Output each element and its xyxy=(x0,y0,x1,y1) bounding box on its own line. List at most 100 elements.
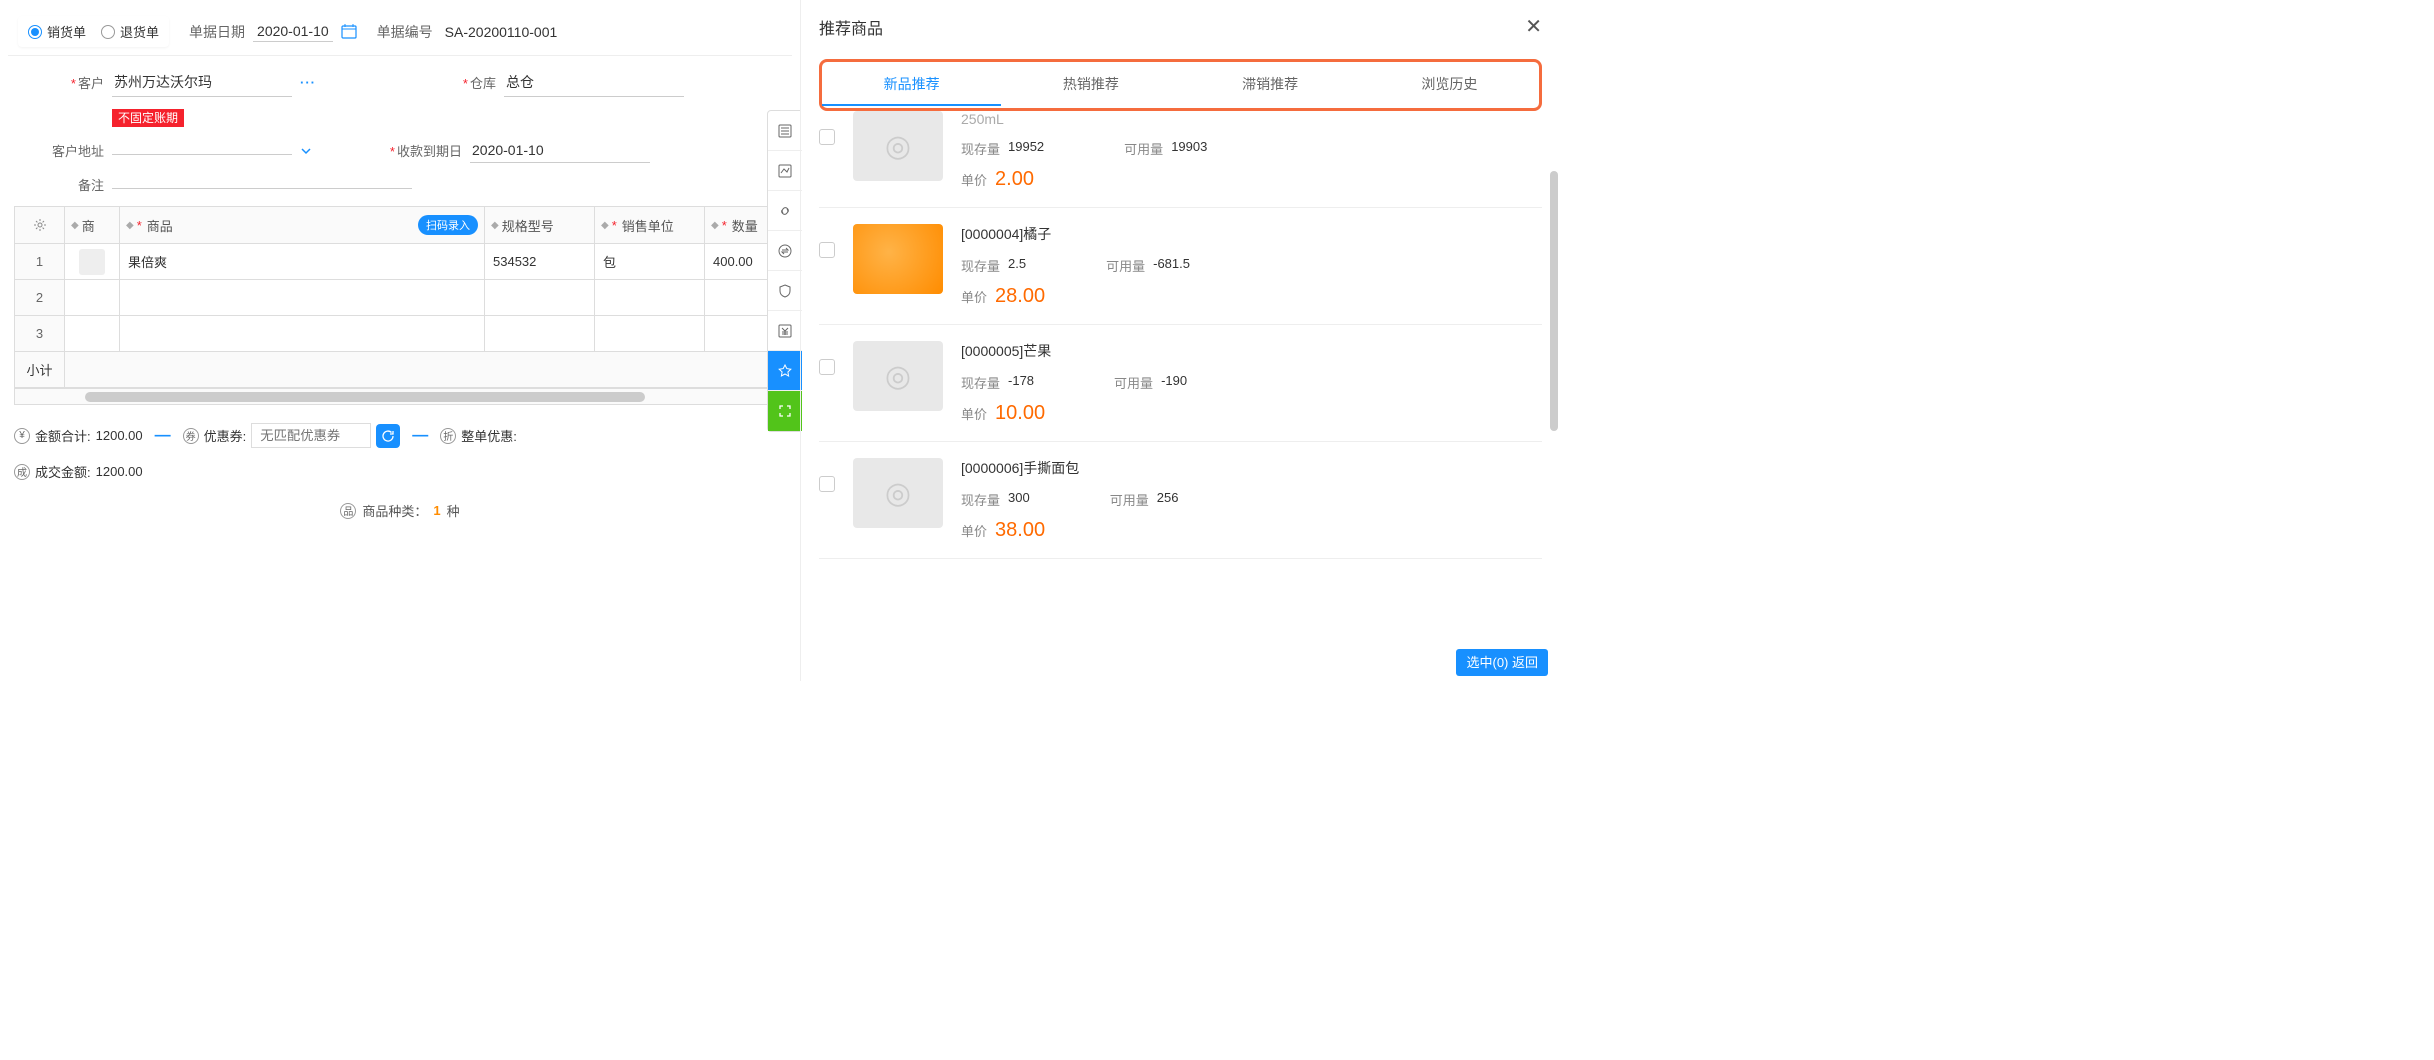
grid-row[interactable]: 3 xyxy=(15,316,785,352)
calendar-icon[interactable] xyxy=(341,24,357,40)
row-unit[interactable]: 包 xyxy=(595,244,705,279)
stock-value: 300 xyxy=(1008,490,1030,509)
subtotal-body xyxy=(65,352,785,387)
chart-icon[interactable] xyxy=(768,151,802,191)
address-label: 客户地址 xyxy=(14,141,104,160)
recommend-item: ◎ [0000006]手撕面包 现存量300 可用量256 单价38.00 xyxy=(819,442,1542,559)
stock-label: 现存量 xyxy=(961,373,1000,392)
row-product[interactable]: 果倍爽 xyxy=(120,244,485,279)
doc-no-value: SA-20200110-001 xyxy=(441,22,562,42)
coupon-icon: 券 xyxy=(183,428,199,444)
swap-icon[interactable] xyxy=(768,231,802,271)
row-unit[interactable] xyxy=(595,280,705,315)
vertical-scrollbar[interactable] xyxy=(1550,171,1558,431)
row-number: 2 xyxy=(15,280,65,315)
radio-sales[interactable]: 销货单 xyxy=(28,22,86,41)
item-title: 250mL xyxy=(961,111,1542,127)
row-spec[interactable] xyxy=(485,316,595,351)
warehouse-input[interactable]: 总仓 xyxy=(504,68,684,97)
grid-row[interactable]: 2 xyxy=(15,280,785,316)
minus-icon: — xyxy=(412,427,428,445)
subtotal-row: 小计 xyxy=(15,352,785,388)
category-count: 1 xyxy=(433,503,440,518)
tab-new[interactable]: 新品推荐 xyxy=(822,64,1001,106)
col-unit[interactable]: ◆*销售单位 xyxy=(595,207,705,243)
coupon-input[interactable] xyxy=(251,423,371,448)
due-label: *收款到期日 xyxy=(372,141,462,160)
minus-icon: — xyxy=(155,427,171,445)
doc-date-label: 单据日期 xyxy=(189,22,245,42)
col-spec[interactable]: ◆规格型号 xyxy=(485,207,595,243)
sort-icon: ◆ xyxy=(711,220,719,231)
doc-date-value[interactable]: 2020-01-10 xyxy=(253,21,333,42)
row-product[interactable] xyxy=(120,280,485,315)
expand-icon[interactable] xyxy=(768,391,802,431)
customer-lookup-icon[interactable]: ··· xyxy=(300,75,316,90)
item-title: [0000006]手撕面包 xyxy=(961,458,1542,478)
payment-term-badge: 不固定账期 xyxy=(112,109,184,127)
deal-label: 成交金额: xyxy=(35,462,91,481)
scan-button[interactable]: 扫码录入 xyxy=(418,215,478,235)
deal-value: 1200.00 xyxy=(96,464,143,479)
recommend-tabs-highlight: 新品推荐 热销推荐 滞销推荐 浏览历史 xyxy=(819,59,1542,111)
due-input[interactable]: 2020-01-10 xyxy=(470,138,650,163)
price-value: 10.00 xyxy=(995,402,1045,425)
radio-icon xyxy=(101,25,115,39)
stock-label: 现存量 xyxy=(961,256,1000,275)
col-product[interactable]: ◆*商品扫码录入 xyxy=(120,207,485,243)
item-checkbox[interactable] xyxy=(819,242,835,258)
radio-sales-label: 销货单 xyxy=(47,22,86,41)
grid-settings[interactable] xyxy=(15,207,65,243)
close-icon[interactable]: ✕ xyxy=(1525,14,1542,39)
col-img[interactable]: ◆商 xyxy=(65,207,120,243)
stock-value: -178 xyxy=(1008,373,1034,392)
warehouse-label: *仓库 xyxy=(406,73,496,92)
stock-value: 2.5 xyxy=(1008,256,1026,275)
tab-slow[interactable]: 滞销推荐 xyxy=(1181,64,1360,106)
price-label: 单价 xyxy=(961,287,987,306)
price-value: 2.00 xyxy=(995,168,1034,191)
link-icon[interactable] xyxy=(768,191,802,231)
tab-hot[interactable]: 热销推荐 xyxy=(1001,64,1180,106)
chevron-down-icon[interactable] xyxy=(300,145,312,157)
row-number: 3 xyxy=(15,316,65,351)
customer-input[interactable]: 苏州万达沃尔玛 xyxy=(112,68,292,97)
tab-history[interactable]: 浏览历史 xyxy=(1360,64,1539,106)
row-unit[interactable] xyxy=(595,316,705,351)
item-checkbox[interactable] xyxy=(819,129,835,145)
grid-row[interactable]: 1 果倍爽 534532 包 400.00 xyxy=(15,244,785,280)
select-return-button[interactable]: 选中(0) 返回 xyxy=(1456,649,1548,676)
item-title: [0000004]橘子 xyxy=(961,224,1542,244)
side-toolbar xyxy=(767,110,801,432)
radio-return[interactable]: 退货单 xyxy=(101,22,159,41)
recommend-title: 推荐商品 xyxy=(819,15,883,39)
row-thumb-cell xyxy=(65,316,120,351)
discount-label: 整单优惠: xyxy=(461,426,517,445)
row-spec[interactable] xyxy=(485,280,595,315)
avail-value: -681.5 xyxy=(1153,256,1190,275)
shield-icon[interactable] xyxy=(768,271,802,311)
row-thumb-cell xyxy=(65,244,120,279)
yen-box-icon[interactable] xyxy=(768,311,802,351)
row-spec[interactable]: 534532 xyxy=(485,244,595,279)
doc-no-label: 单据编号 xyxy=(377,22,433,42)
sort-icon: ◆ xyxy=(491,220,499,231)
star-icon[interactable] xyxy=(768,351,802,391)
remark-input[interactable] xyxy=(112,180,412,189)
category-unit: 种 xyxy=(447,501,460,520)
avail-label: 可用量 xyxy=(1124,139,1163,158)
scroll-thumb[interactable] xyxy=(85,392,645,402)
item-checkbox[interactable] xyxy=(819,476,835,492)
refresh-button[interactable] xyxy=(376,424,400,448)
row-product[interactable] xyxy=(120,316,485,351)
list-icon[interactable] xyxy=(768,111,802,151)
sort-icon: ◆ xyxy=(126,220,134,231)
radio-icon xyxy=(28,25,42,39)
address-input[interactable] xyxy=(112,146,292,155)
recommend-list[interactable]: ◎ 250mL 现存量19952 可用量19903 单价2.00 [000000… xyxy=(801,111,1560,681)
stock-value: 19952 xyxy=(1008,139,1044,158)
avail-label: 可用量 xyxy=(1110,490,1149,509)
row-number: 1 xyxy=(15,244,65,279)
horizontal-scrollbar[interactable] xyxy=(15,388,785,404)
item-checkbox[interactable] xyxy=(819,359,835,375)
